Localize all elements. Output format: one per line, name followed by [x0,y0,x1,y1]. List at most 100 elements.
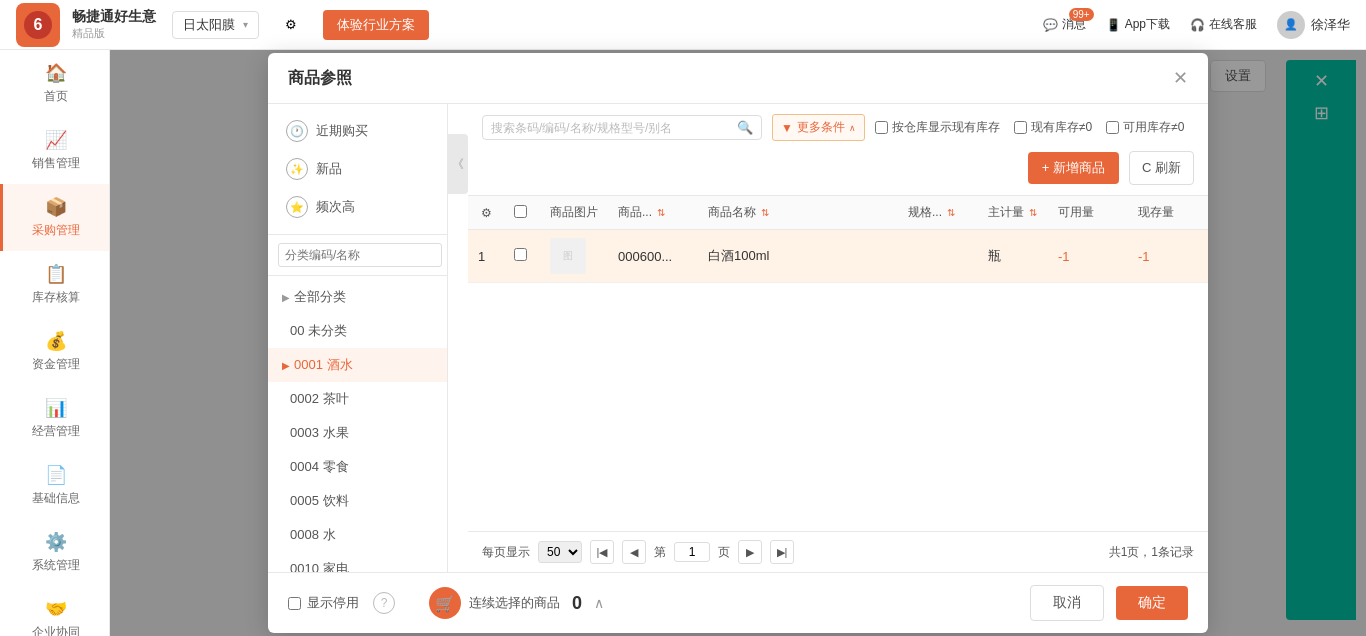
right-panel: 🔍 ▼ 更多条件 ∧ 按仓库显示现有库存 [468,104,1208,572]
check-available-label[interactable]: 可用库存≠0 [1106,119,1184,136]
add-product-button[interactable]: + 新增商品 [1028,152,1119,184]
cat-item-all[interactable]: ▶ 全部分类 [268,280,447,314]
check-current-stock-text: 现有库存≠0 [1031,119,1092,136]
cell-available: -1 [1048,230,1128,283]
cat-item-appliance[interactable]: 0010 家电 [268,552,447,572]
cell-checkbox[interactable] [504,230,540,283]
show-disabled-label[interactable]: 显示停用 [288,594,359,612]
page-last-button[interactable]: ▶| [770,540,794,564]
check-current-stock-input[interactable] [1014,121,1027,134]
recent-icon: 🕐 [286,120,308,142]
check-warehouse-label[interactable]: 按仓库显示现有库存 [875,119,1000,136]
check-available-text: 可用库存≠0 [1123,119,1184,136]
cell-code: 000600... [608,230,698,283]
category-search-input[interactable] [278,243,442,267]
sidebar-item-basic-info[interactable]: 📄 基础信息 [0,452,109,519]
cat-label-tea: 0002 茶叶 [290,390,349,408]
cat-item-liquor[interactable]: ▶ 0001 酒水 [268,348,447,382]
sidebar-label-finance: 资金管理 [32,356,80,373]
select-all-checkbox[interactable] [514,205,527,218]
sidebar-item-sales[interactable]: 📈 销售管理 [0,117,109,184]
cat-item-water[interactable]: 0008 水 [268,518,447,552]
modal-header: 商品参照 ✕ [268,53,1208,104]
user-name: 徐泽华 [1311,16,1350,34]
cat-item-beverage[interactable]: 0005 饮料 [268,484,447,518]
page-number-input[interactable] [674,542,710,562]
sidebar-item-system[interactable]: ⚙️ 系统管理 [0,519,109,586]
cell-stock: -1 [1128,230,1208,283]
sidebar-item-home[interactable]: 🏠 首页 [0,50,109,117]
sidebar-item-collab[interactable]: 🤝 企业协同 [0,586,109,636]
page-label: 第 [654,544,666,561]
th-product-code[interactable]: 商品... ⇅ [608,196,698,230]
cat-item-snack[interactable]: 0004 零食 [268,450,447,484]
th-spec[interactable]: 规格... ⇅ [898,196,978,230]
th-unit[interactable]: 主计量 ⇅ [978,196,1048,230]
message-badge: 99+ [1069,8,1094,21]
refresh-button[interactable]: C 刷新 [1129,151,1194,185]
help-icon[interactable]: ? [373,592,395,614]
collapse-left-panel-button[interactable]: 《 [448,134,468,194]
quick-item-recent[interactable]: 🕐 近期购买 [276,112,439,150]
confirm-button[interactable]: 确定 [1116,586,1188,620]
quick-item-new[interactable]: ✨ 新品 [276,150,439,188]
message-button[interactable]: 💬 消息 99+ [1043,16,1086,33]
table-row[interactable]: 1 图 000600... 白酒100ml 瓶 [468,230,1208,283]
home-icon: 🏠 [45,62,67,84]
cat-item-fruit[interactable]: 0003 水果 [268,416,447,450]
quick-item-frequent[interactable]: ⭐ 频次高 [276,188,439,226]
svg-text:6: 6 [34,16,43,33]
cat-label-all: 全部分类 [294,288,346,306]
sidebar-item-purchase[interactable]: 📦 采购管理 [0,184,109,251]
main-layout: 🏠 首页 📈 销售管理 📦 采购管理 📋 库存核算 💰 资金管理 📊 经营管理 … [0,50,1366,636]
operations-icon: 📊 [45,397,67,419]
app-download-button[interactable]: 📱 App下载 [1106,16,1170,33]
more-filter-button[interactable]: ▼ 更多条件 ∧ [772,114,865,141]
per-page-select[interactable]: 50 [538,541,582,563]
sidebar-item-finance[interactable]: 💰 资金管理 [0,318,109,385]
check-available-input[interactable] [1106,121,1119,134]
cat-item-tea[interactable]: 0002 茶叶 [268,382,447,416]
th-product-image: 商品图片 [540,196,608,230]
show-disabled-checkbox[interactable] [288,597,301,610]
trial-button[interactable]: 体验行业方案 [323,10,429,40]
page-next-button[interactable]: ▶ [738,540,762,564]
filter-checkboxes: 按仓库显示现有库存 现有库存≠0 可用库存≠0 [875,119,1185,136]
cat-arrow-all: ▶ [282,292,290,303]
check-current-stock-label[interactable]: 现有库存≠0 [1014,119,1092,136]
modal-close-button[interactable]: ✕ [1173,67,1188,89]
th-settings[interactable]: ⚙ [468,196,504,230]
product-search-input[interactable] [491,121,737,135]
category-search-icon[interactable]: 🔍 [446,247,448,263]
th-spec-label: 规格... [908,205,942,219]
check-warehouse-text: 按仓库显示现有库存 [892,119,1000,136]
tenant-selector[interactable]: 日太阳膜 ▾ [172,11,259,39]
modal-title: 商品参照 [288,68,352,89]
row-checkbox[interactable] [514,248,527,261]
basic-info-icon: 📄 [45,464,67,486]
cat-label-water: 0008 水 [290,526,336,544]
user-menu-button[interactable]: 👤 徐泽华 [1277,11,1350,39]
sidebar-item-operations[interactable]: 📊 经营管理 [0,385,109,452]
cat-item-uncategory[interactable]: 00 未分类 [268,314,447,348]
check-warehouse-input[interactable] [875,121,888,134]
search-icon[interactable]: 🔍 [737,120,753,135]
th-code-label: 商品... [618,205,652,219]
cart-icon[interactable]: 🛒 [429,587,461,619]
sidebar-item-inventory[interactable]: 📋 库存核算 [0,251,109,318]
sidebar-label-system: 系统管理 [32,557,80,574]
cancel-button[interactable]: 取消 [1030,585,1104,621]
cell-name: 白酒100ml [698,230,898,283]
page-first-button[interactable]: |◀ [590,540,614,564]
sort-spec-icon: ⇅ [947,207,955,218]
cart-collapse-icon[interactable]: ∧ [594,595,604,611]
online-service-button[interactable]: 🎧 在线客服 [1190,16,1257,33]
brand-edition: 精品版 [72,26,156,41]
th-product-name[interactable]: 商品名称 ⇅ [698,196,898,230]
frequent-icon: ⭐ [286,196,308,218]
message-icon: 💬 [1043,18,1058,32]
inventory-icon: 📋 [45,263,67,285]
settings-icon[interactable]: ⚙ [275,9,307,41]
page-prev-button[interactable]: ◀ [622,540,646,564]
cart-label: 连续选择的商品 [469,594,560,612]
